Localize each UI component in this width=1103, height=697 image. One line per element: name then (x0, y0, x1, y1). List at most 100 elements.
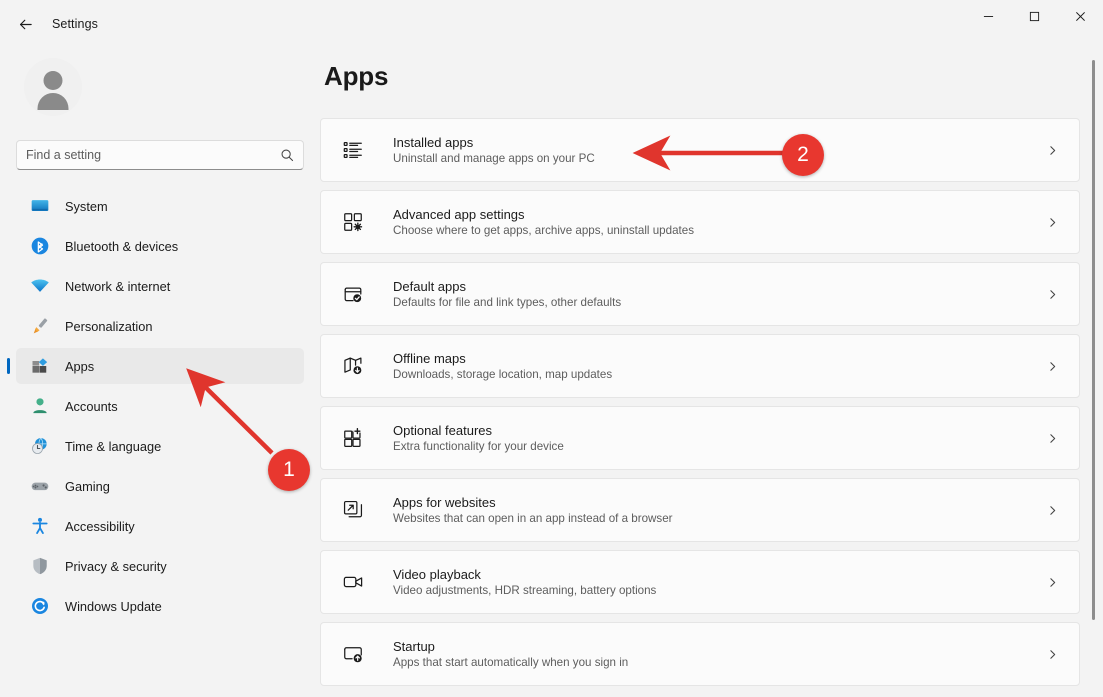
video-camera-icon (341, 570, 365, 594)
sidebar-item-system[interactable]: System (16, 188, 304, 224)
card-subtitle: Extra functionality for your device (393, 440, 564, 453)
card-title: Advanced app settings (393, 207, 525, 222)
search-box[interactable] (16, 140, 304, 170)
search-input[interactable] (26, 148, 280, 162)
settings-card-default-apps[interactable]: Default apps Defaults for file and link t… (320, 262, 1080, 326)
bluetooth-icon (29, 235, 51, 257)
sidebar-item-label: Gaming (65, 478, 110, 494)
shield-icon (29, 555, 51, 577)
sidebar-item-label: Personalization (65, 318, 153, 334)
card-title: Startup (393, 639, 435, 654)
chevron-right-icon[interactable] (1039, 209, 1065, 235)
card-subtitle: Video adjustments, HDR streaming, batter… (393, 584, 657, 597)
sidebar-nav: System Bluetooth & devices Network & int… (16, 188, 304, 624)
card-text: Video playback Video adjustments, HDR str… (393, 567, 1039, 597)
window-controls (965, 0, 1103, 48)
sidebar-item-label: System (65, 198, 108, 214)
sidebar-item-network-internet[interactable]: Network & internet (16, 268, 304, 304)
chevron-right-icon[interactable] (1039, 353, 1065, 379)
sidebar-item-label: Accessibility (65, 518, 135, 534)
chevron-right-icon[interactable] (1039, 641, 1065, 667)
monitor-icon (29, 195, 51, 217)
app-shell: System Bluetooth & devices Network & int… (0, 48, 1103, 692)
settings-card-video-playback[interactable]: Video playback Video adjustments, HDR str… (320, 550, 1080, 614)
settings-card-advanced-app-settings[interactable]: Advanced app settings Choose where to get… (320, 190, 1080, 254)
paintbrush-icon (29, 315, 51, 337)
optional-features-plus-icon (341, 426, 365, 450)
accounts-icon (29, 395, 51, 417)
maximize-icon (1029, 11, 1039, 21)
sidebar-item-bluetooth-devices[interactable]: Bluetooth & devices (16, 228, 304, 264)
settings-card-startup[interactable]: Startup Apps that start automatically whe… (320, 622, 1080, 686)
gamepad-icon (29, 475, 51, 497)
chevron-right-icon[interactable] (1039, 281, 1065, 307)
chevron-right-icon[interactable] (1039, 425, 1065, 451)
maximize-button[interactable] (1011, 0, 1057, 32)
sidebar-item-accounts[interactable]: Accounts (16, 388, 304, 424)
card-subtitle: Apps that start automatically when you s… (393, 656, 629, 669)
sidebar-item-time-language[interactable]: Time & language (16, 428, 304, 464)
avatar[interactable] (22, 56, 84, 118)
page-title: Apps (324, 61, 389, 91)
chevron-right-icon[interactable] (1039, 497, 1065, 523)
back-arrow-icon (19, 19, 32, 29)
card-text: Advanced app settings Choose where to get… (393, 207, 1039, 237)
sidebar-item-personalization[interactable]: Personalization (16, 308, 304, 344)
sidebar-item-windows-update[interactable]: Windows Update (16, 588, 304, 624)
update-refresh-icon (29, 595, 51, 617)
installed-apps-list-icon (341, 138, 365, 162)
default-apps-check-icon (341, 282, 365, 306)
vertical-scrollbar[interactable] (1092, 60, 1095, 620)
sidebar-item-privacy-security[interactable]: Privacy & security (16, 548, 304, 584)
sidebar-item-label: Time & language (65, 438, 162, 454)
card-subtitle: Websites that can open in an app instead… (393, 512, 673, 525)
close-button[interactable] (1057, 0, 1103, 32)
chevron-right-icon[interactable] (1039, 137, 1065, 163)
window-title: Settings (52, 17, 98, 31)
startup-arrow-icon (341, 642, 365, 666)
sidebar-item-label: Apps (65, 358, 95, 374)
search-icon (281, 149, 294, 162)
card-text: Apps for websites Websites that can open … (393, 495, 1039, 525)
minimize-icon (983, 15, 993, 17)
title-bar: Settings (0, 0, 1103, 48)
minimize-button[interactable] (965, 0, 1011, 32)
card-subtitle: Choose where to get apps, archive apps, … (393, 224, 694, 237)
sidebar-item-gaming[interactable]: Gaming (16, 468, 304, 504)
back-button[interactable] (8, 7, 42, 41)
sidebar-item-apps[interactable]: Apps (16, 348, 304, 384)
card-text: Startup Apps that start automatically whe… (393, 639, 1039, 669)
card-title: Installed apps (393, 135, 474, 150)
card-title: Optional features (393, 423, 493, 438)
card-text: Default apps Defaults for file and link t… (393, 279, 1039, 309)
sidebar-item-label: Windows Update (65, 598, 162, 614)
card-subtitle: Uninstall and manage apps on your PC (393, 152, 595, 165)
sidebar-item-label: Accounts (65, 398, 118, 414)
card-title: Default apps (393, 279, 466, 294)
settings-card-optional-features[interactable]: Optional features Extra functionality for… (320, 406, 1080, 470)
clock-globe-icon (29, 435, 51, 457)
settings-card-offline-maps[interactable]: Offline maps Downloads, storage location,… (320, 334, 1080, 398)
settings-card-list: Installed apps Uninstall and manage apps … (320, 118, 1080, 686)
wifi-icon (29, 275, 51, 297)
card-text: Optional features Extra functionality for… (393, 423, 1039, 453)
card-title: Apps for websites (393, 495, 496, 510)
card-title: Video playback (393, 567, 481, 582)
sidebar-item-label: Privacy & security (65, 558, 167, 574)
card-text: Offline maps Downloads, storage location,… (393, 351, 1039, 381)
card-title: Offline maps (393, 351, 466, 366)
sidebar-item-label: Network & internet (65, 278, 171, 294)
settings-card-installed-apps[interactable]: Installed apps Uninstall and manage apps … (320, 118, 1080, 182)
card-subtitle: Defaults for file and link types, other … (393, 296, 622, 309)
card-subtitle: Downloads, storage location, map updates (393, 368, 613, 381)
sidebar-item-accessibility[interactable]: Accessibility (16, 508, 304, 544)
advanced-app-settings-gear-icon (341, 210, 365, 234)
user-avatar-icon (24, 58, 82, 116)
settings-card-apps-for-websites[interactable]: Apps for websites Websites that can open … (320, 478, 1080, 542)
card-text: Installed apps Uninstall and manage apps … (393, 135, 1039, 165)
chevron-right-icon[interactable] (1039, 569, 1065, 595)
sidebar-item-label: Bluetooth & devices (65, 238, 179, 254)
apps-icon (29, 355, 51, 377)
main-content: Apps Installed apps Uninstall and manage … (320, 48, 1103, 692)
sidebar: System Bluetooth & devices Network & int… (0, 48, 320, 692)
